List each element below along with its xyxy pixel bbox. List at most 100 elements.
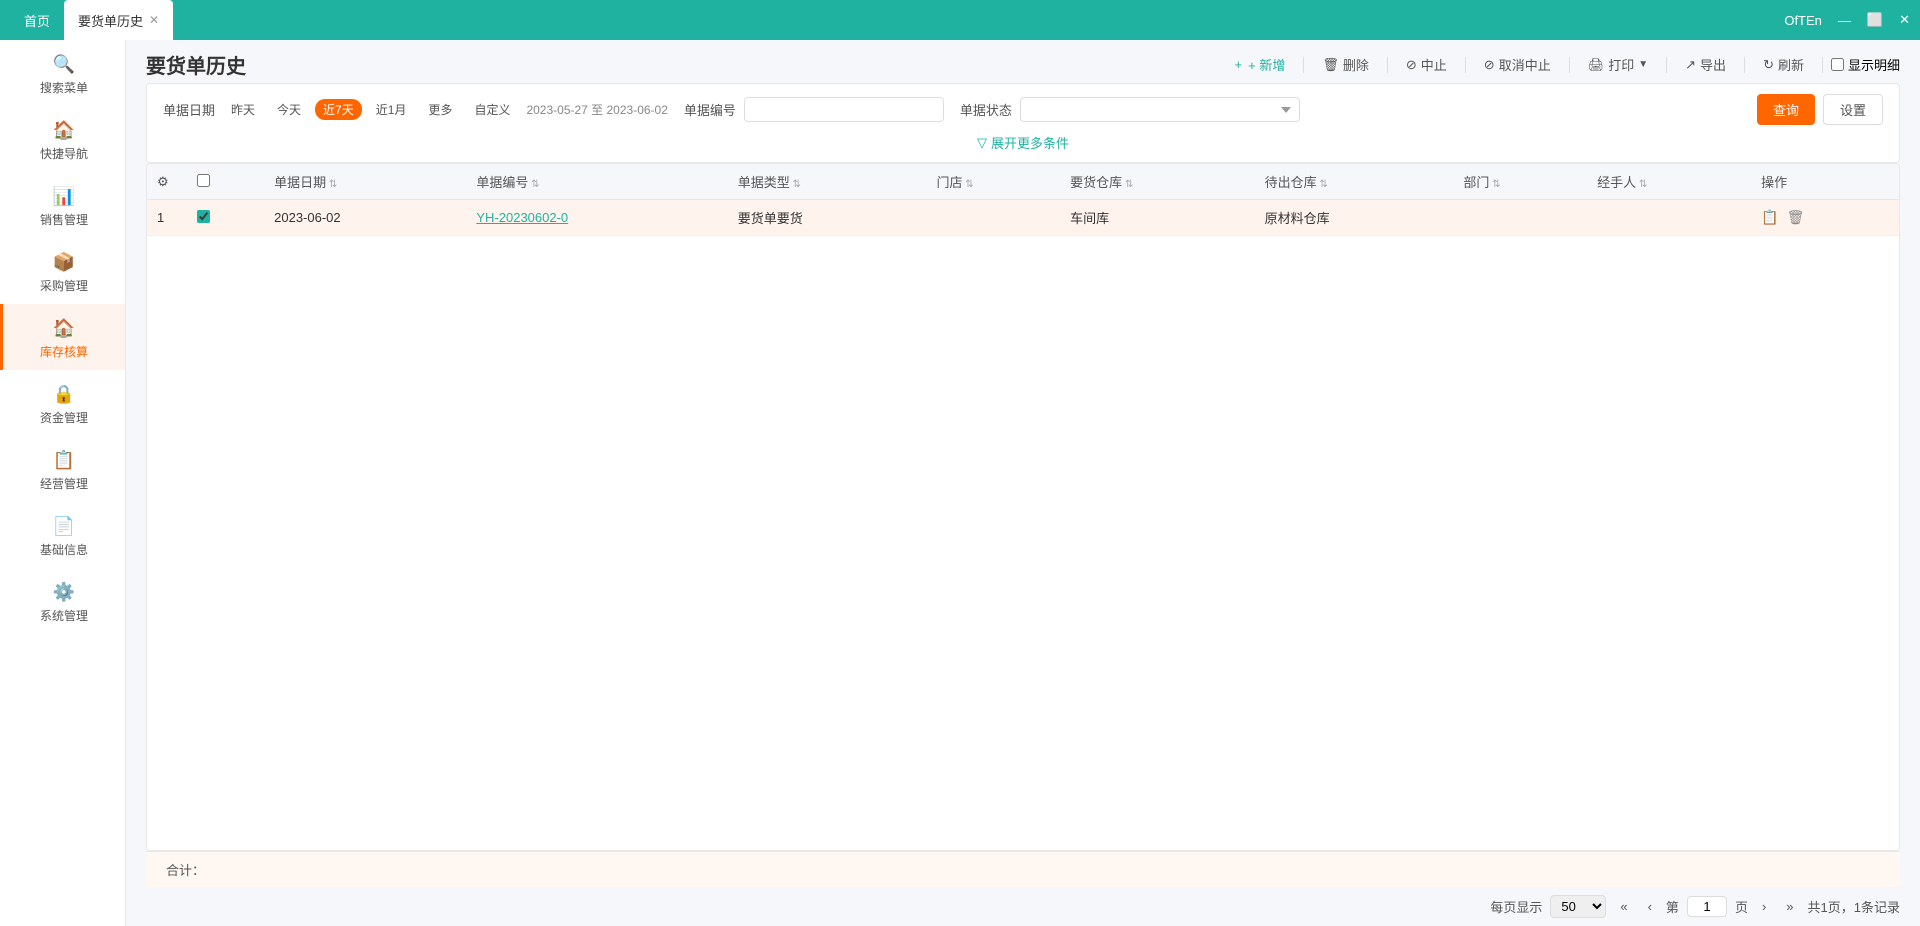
- data-table-container: ⚙ 单据日期 单据编号 单据类型 门店 要货仓库 待出仓库 部门 经手人 操作: [146, 163, 1900, 851]
- tab-label: 要货单历史: [78, 11, 143, 30]
- select-all-checkbox[interactable]: [197, 174, 210, 187]
- row-action-buttons: 📋 🗑: [1761, 209, 1889, 226]
- date-tab-last7days[interactable]: 近7天: [315, 99, 362, 120]
- filter-buttons: 查询 设置: [1757, 94, 1883, 125]
- row-actions-cell: 📋 🗑: [1751, 200, 1899, 236]
- row-edit-btn[interactable]: 📋: [1761, 209, 1778, 226]
- toolbar-divider2: [1387, 57, 1388, 73]
- total-info: 共1页，1条记录: [1808, 897, 1900, 916]
- pagination: 每页显示 10 20 50 100 « ‹ 第 1 页 › » 共1页，1条记录: [126, 887, 1920, 926]
- print-button[interactable]: 🖨 打印 ▼: [1578, 51, 1658, 78]
- sidebar-item-inventory[interactable]: 🏠 库存核算: [0, 304, 125, 370]
- settings-button[interactable]: 设置: [1823, 94, 1883, 125]
- close-tab-icon[interactable]: ✕: [149, 13, 159, 27]
- per-page-select[interactable]: 10 20 50 100: [1550, 895, 1606, 918]
- sidebar-item-search-menu[interactable]: 🔍 搜索菜单: [0, 40, 125, 106]
- page-title: 要货单历史: [146, 50, 246, 79]
- doc-no-input[interactable]: [744, 97, 944, 122]
- row-doc-date: 2023-06-02: [264, 200, 466, 236]
- page-suffix-label: 页: [1735, 897, 1748, 916]
- sidebar-item-sales-mgmt[interactable]: 📊 销售管理: [0, 172, 125, 238]
- maximize-btn[interactable]: ⬜: [1867, 12, 1883, 28]
- store-column-header[interactable]: 门店: [926, 164, 1060, 200]
- export-button[interactable]: ↗ 导出: [1675, 51, 1736, 78]
- toolbar-divider6: [1744, 57, 1745, 73]
- toolbar-divider5: [1666, 57, 1667, 73]
- cancel-stop-button[interactable]: ⊘ 取消中止: [1474, 51, 1561, 78]
- date-tab-today[interactable]: 今天: [269, 99, 309, 120]
- date-tab-more[interactable]: 更多: [420, 99, 460, 120]
- toolbar: + + 新增 🗑 删除 ⊘ 中止 ⊘ 取消中止: [1225, 51, 1900, 78]
- checkbox-column-header: [187, 164, 264, 200]
- doc-type-column-header[interactable]: 单据类型: [728, 164, 927, 200]
- sidebar-item-operations[interactable]: 📋 经营管理: [0, 436, 125, 502]
- sidebar-item-basic-info[interactable]: 📄 基础信息: [0, 502, 125, 568]
- print-icon: 🖨: [1588, 57, 1605, 73]
- current-page-input[interactable]: 1: [1687, 896, 1727, 917]
- inventory-icon: 🏠: [53, 318, 75, 339]
- expand-icon: ▽: [977, 135, 987, 151]
- minimize-btn[interactable]: —: [1838, 13, 1851, 28]
- finance-icon: 🔒: [53, 384, 75, 405]
- next-page-btn[interactable]: ›: [1756, 897, 1772, 916]
- close-window-btn[interactable]: ✕: [1899, 12, 1910, 28]
- top-bar-right: OfTEn — ⬜ ✕: [1784, 12, 1910, 28]
- refresh-button[interactable]: ↻ 刷新: [1753, 51, 1814, 78]
- row-doc-no: YH-20230602-0: [466, 200, 727, 236]
- delete-icon: 🗑: [1322, 57, 1339, 73]
- req-warehouse-column-header[interactable]: 要货仓库: [1060, 164, 1254, 200]
- actions-column-header: 操作: [1751, 164, 1899, 200]
- gear-column-header[interactable]: ⚙: [147, 164, 187, 200]
- sidebar-item-label: 资金管理: [40, 409, 88, 426]
- basic-info-icon: 📄: [53, 516, 75, 537]
- handler-column-header[interactable]: 经手人: [1587, 164, 1751, 200]
- last-page-btn[interactable]: »: [1780, 897, 1799, 916]
- prev-page-btn[interactable]: ‹: [1642, 897, 1658, 916]
- content-area: 要货单历史 + + 新增 🗑 删除 ⊘ 中止 ⊘: [126, 40, 1920, 926]
- doc-no-filter-group: 单据编号: [684, 97, 944, 122]
- doc-no-column-header[interactable]: 单据编号: [466, 164, 727, 200]
- row-delete-btn[interactable]: 🗑: [1787, 209, 1805, 226]
- pending-warehouse-column-header[interactable]: 待出仓库: [1255, 164, 1454, 200]
- refresh-icon: ↻: [1763, 57, 1774, 73]
- row-checkbox-cell: [187, 200, 264, 236]
- status-select[interactable]: [1020, 97, 1300, 122]
- sidebar-item-label: 经营管理: [40, 475, 88, 492]
- system-icon: ⚙️: [53, 582, 75, 603]
- date-range-display: 2023-05-27 至 2023-06-02: [526, 101, 667, 118]
- display-cell-container: 显示明细: [1831, 55, 1900, 74]
- date-tab-custom[interactable]: 自定义: [466, 99, 518, 120]
- sidebar-item-system-mgmt[interactable]: ⚙️ 系统管理: [0, 568, 125, 634]
- toolbar-divider3: [1465, 57, 1466, 73]
- doc-no-link[interactable]: YH-20230602-0: [476, 210, 568, 225]
- search-menu-icon: 🔍: [53, 54, 75, 75]
- sidebar-item-quick-nav[interactable]: 🏠 快捷导航: [0, 106, 125, 172]
- sidebar-item-finance[interactable]: 🔒 资金管理: [0, 370, 125, 436]
- row-store: [926, 200, 1060, 236]
- display-cell-checkbox[interactable]: [1831, 58, 1844, 71]
- expand-more-btn[interactable]: ▽ 展开更多条件: [163, 133, 1883, 152]
- sidebar-item-label: 销售管理: [40, 211, 88, 228]
- tab-requisition-history[interactable]: 要货单历史 ✕: [64, 0, 173, 40]
- new-button[interactable]: + + 新增: [1225, 51, 1296, 78]
- department-column-header[interactable]: 部门: [1453, 164, 1587, 200]
- top-bar: 首页 要货单历史 ✕ OfTEn — ⬜ ✕: [0, 0, 1920, 40]
- sidebar-item-label: 搜索菜单: [40, 79, 88, 96]
- first-page-btn[interactable]: «: [1614, 897, 1633, 916]
- quick-nav-icon: 🏠: [53, 120, 75, 141]
- date-tab-last1month[interactable]: 近1月: [368, 99, 415, 120]
- date-filter-group: 单据日期 昨天 今天 近7天 近1月 更多 自定义 2023-05-27 至 2…: [163, 99, 668, 120]
- doc-date-column-header[interactable]: 单据日期: [264, 164, 466, 200]
- stop-button[interactable]: ⊘ 中止: [1396, 51, 1457, 78]
- query-button[interactable]: 查询: [1757, 94, 1815, 125]
- tab-home[interactable]: 首页: [10, 0, 64, 40]
- filter-row: 单据日期 昨天 今天 近7天 近1月 更多 自定义 2023-05-27 至 2…: [163, 94, 1883, 125]
- row-checkbox[interactable]: [197, 210, 210, 223]
- sidebar-item-label: 快捷导航: [40, 145, 88, 162]
- sidebar-item-purchase-mgmt[interactable]: 📦 采购管理: [0, 238, 125, 304]
- row-req-warehouse: 车间库: [1060, 200, 1254, 236]
- doc-no-label: 单据编号: [684, 100, 736, 119]
- date-tab-yesterday[interactable]: 昨天: [223, 99, 263, 120]
- row-department: [1453, 200, 1587, 236]
- delete-button[interactable]: 🗑 删除: [1312, 51, 1379, 78]
